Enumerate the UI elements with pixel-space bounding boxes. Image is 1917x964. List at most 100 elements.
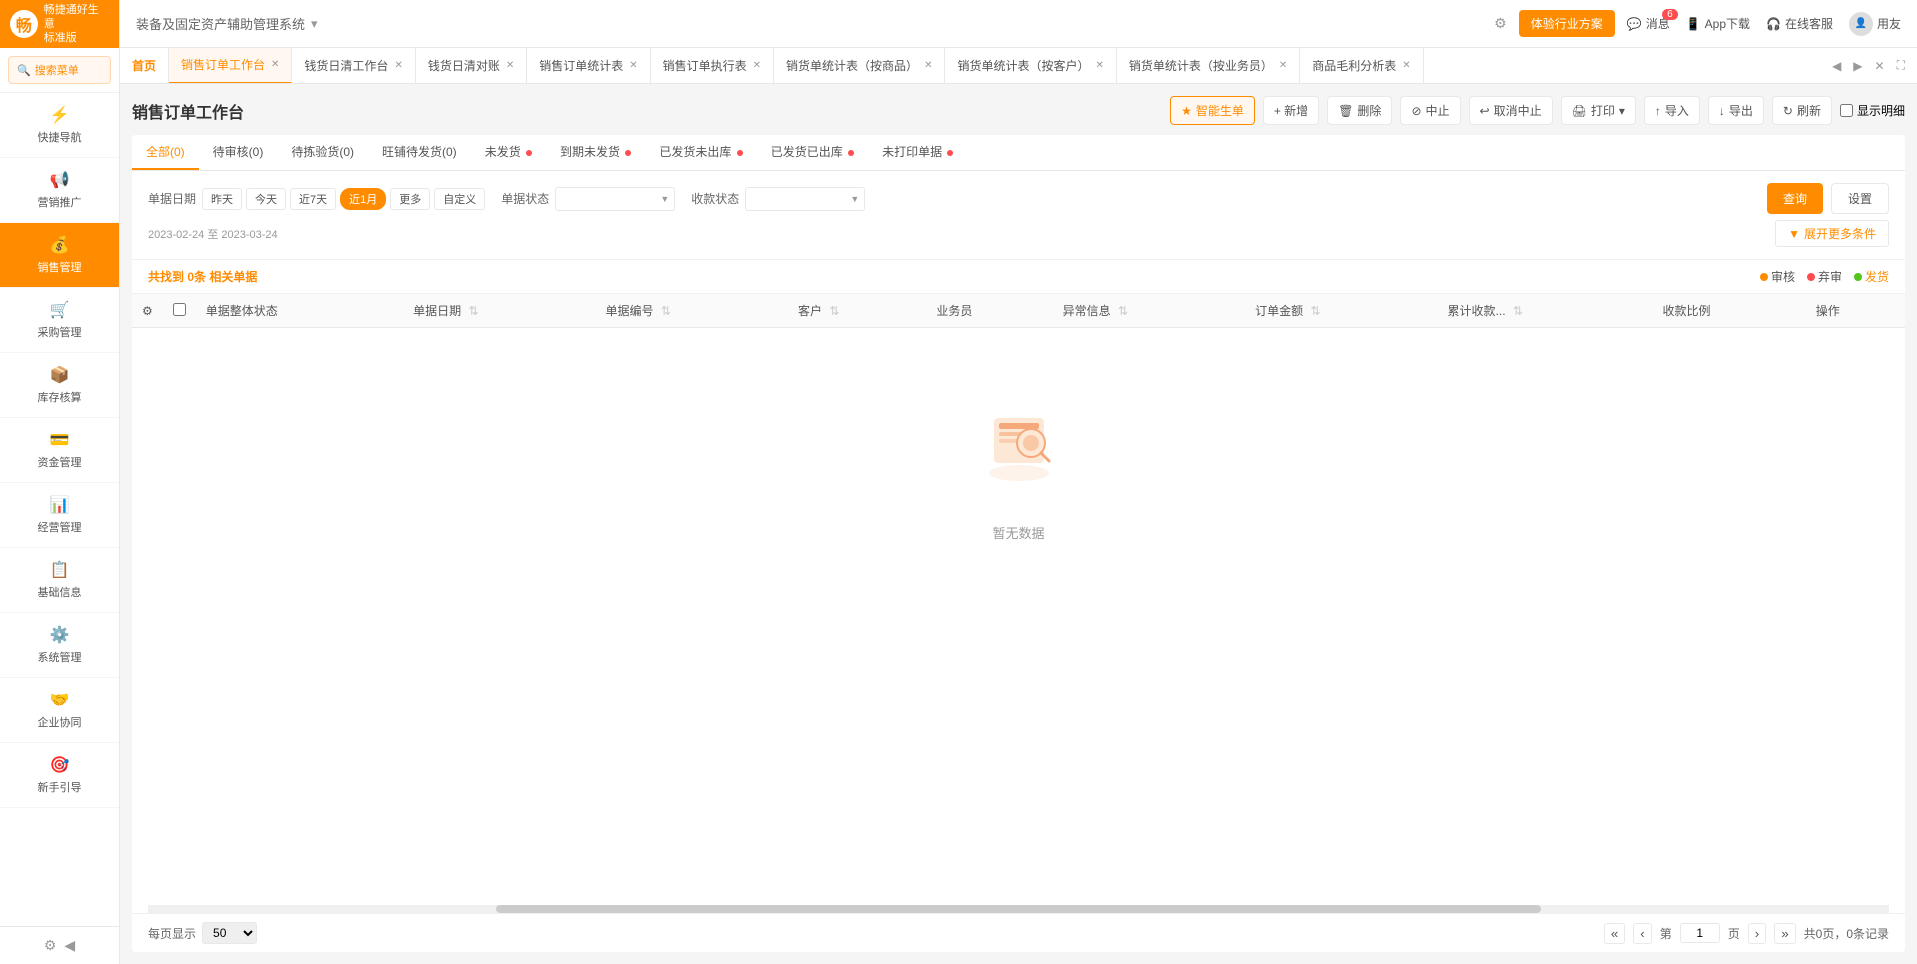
scrollbar-thumb[interactable]	[496, 905, 1541, 913]
filter-tab-shipped-out[interactable]: 已发货已出库	[757, 135, 868, 170]
tab-close-sales-summary-product[interactable]: ✕	[924, 60, 932, 71]
sidebar-item-purchase[interactable]: 🛒 采购管理	[0, 288, 119, 353]
main-panel: 全部(0) 待审核(0) 待拣验货(0) 旺铺待发货(0) 未发货 到期未发货	[132, 135, 1905, 952]
smart-create-button[interactable]: ★ 智能生单	[1170, 96, 1255, 125]
page-number-input[interactable]	[1680, 923, 1720, 943]
empty-illustration	[969, 388, 1069, 507]
payment-filter: 收款状态	[691, 187, 865, 211]
online-service-button[interactable]: 🎧 在线客服	[1766, 15, 1833, 32]
tab-close-sales-summary-customer[interactable]: ✕	[1095, 60, 1103, 71]
tab-cash-reconcile[interactable]: 钱货日清对账 ✕	[416, 48, 527, 84]
tab-scroll-left[interactable]: ◀	[1828, 57, 1845, 75]
user-menu-button[interactable]: 👤 用友	[1849, 12, 1901, 36]
horizontal-scrollbar[interactable]	[148, 905, 1889, 913]
settings-bottom-button[interactable]: ⚙	[44, 937, 57, 954]
tab-close-current[interactable]: ✕	[1871, 57, 1889, 75]
tab-close-margin-analysis[interactable]: ✕	[1402, 60, 1410, 71]
payment-select[interactable]	[745, 187, 865, 211]
import-button[interactable]: ↑ 导入	[1644, 96, 1700, 125]
tab-sales-order[interactable]: 销售订单工作台 ✕	[169, 48, 292, 84]
sidebar-item-marketing[interactable]: 📢 营销推广	[0, 158, 119, 223]
tab-sales-summary-staff[interactable]: 销货单统计表（按业务员） ✕	[1117, 48, 1300, 84]
prev-page-button[interactable]: ‹	[1633, 923, 1651, 944]
message-button[interactable]: 💬 消息 6	[1627, 15, 1670, 32]
cancel-stop-button[interactable]: ↩ 取消中止	[1469, 96, 1553, 125]
sidebar-item-system[interactable]: ⚙️ 系统管理	[0, 613, 119, 678]
filter-tab-not-shipped[interactable]: 未发货	[471, 135, 546, 170]
app-download-button[interactable]: 📱 App下载	[1686, 15, 1750, 32]
headset-icon: 🎧	[1766, 17, 1781, 31]
tab-close-sales-exec[interactable]: ✕	[753, 60, 761, 71]
tab-margin-analysis[interactable]: 商品毛利分析表 ✕	[1300, 48, 1423, 84]
sidebar-item-inventory[interactable]: 📦 库存核算	[0, 353, 119, 418]
sidebar-item-enterprise[interactable]: 🤝 企业协同	[0, 678, 119, 743]
tab-scroll-right[interactable]: ▶	[1849, 57, 1866, 75]
ship-action[interactable]: 发货	[1854, 268, 1889, 285]
sidebar-item-operations[interactable]: 📊 经营管理	[0, 483, 119, 548]
settings-filter-button[interactable]: 设置	[1831, 183, 1889, 214]
approve-action[interactable]: 审核	[1760, 268, 1795, 285]
customer-sort-icon[interactable]: ⇅	[829, 304, 839, 318]
col-number: 单据编号 ⇅	[596, 294, 788, 328]
tab-cash-daily[interactable]: 钱货日清工作台 ✕	[292, 48, 415, 84]
tab-home[interactable]: 首页	[120, 48, 169, 84]
sidebar-item-basic-info[interactable]: 📋 基础信息	[0, 548, 119, 613]
topbar-gear-icon[interactable]: ⚙	[1494, 15, 1507, 32]
refresh-button[interactable]: ↻ 刷新	[1772, 96, 1832, 125]
date-btn-1month[interactable]: 近1月	[340, 188, 386, 210]
tab-close-sales-stat[interactable]: ✕	[629, 60, 637, 71]
sidebar-item-guide[interactable]: 🎯 新手引导	[0, 743, 119, 808]
search-menu-button[interactable]: 🔍 搜索菜单	[8, 56, 111, 84]
filter-tab-wangpu[interactable]: 旺铺待发货(0)	[368, 135, 471, 170]
gear-col-icon[interactable]: ⚙	[142, 304, 153, 318]
industry-solution-button[interactable]: 体验行业方案	[1519, 10, 1615, 37]
sidebar-item-sales[interactable]: 💰 销售管理	[0, 223, 119, 288]
tab-sales-summary-customer[interactable]: 销货单统计表（按客户） ✕	[945, 48, 1116, 84]
filter-area: 单据日期 昨天 今天 近7天 近1月 更多 自定义 单据状态	[132, 171, 1905, 260]
date-btn-today[interactable]: 今天	[246, 188, 286, 210]
date-btn-custom[interactable]: 自定义	[434, 188, 485, 210]
status-select[interactable]	[555, 187, 675, 211]
filter-tab-shipped-not-out[interactable]: 已发货未出库	[645, 135, 756, 170]
date-btn-more[interactable]: 更多	[390, 188, 430, 210]
amount-sort-icon[interactable]: ⇅	[1310, 304, 1320, 318]
filter-tab-not-printed[interactable]: 未打印单据	[868, 135, 967, 170]
collapse-sidebar-button[interactable]: ◀	[64, 937, 75, 954]
page-size-select[interactable]: 10 20 50 100	[202, 922, 257, 944]
tab-close-sales-summary-staff[interactable]: ✕	[1279, 60, 1287, 71]
export-button[interactable]: ↓ 导出	[1708, 96, 1764, 125]
last-page-button[interactable]: »	[1774, 923, 1795, 944]
next-page-button[interactable]: ›	[1748, 923, 1766, 944]
tab-sales-exec[interactable]: 销售订单执行表 ✕	[651, 48, 774, 84]
tab-close-sales-order[interactable]: ✕	[271, 59, 279, 70]
number-sort-icon[interactable]: ⇅	[661, 304, 671, 318]
sidebar-item-quick-nav[interactable]: ⚡ 快捷导航	[0, 93, 119, 158]
stop-button[interactable]: ⊘ 中止	[1400, 96, 1460, 125]
select-all-checkbox[interactable]	[173, 303, 186, 316]
exception-sort-icon[interactable]: ⇅	[1118, 304, 1128, 318]
collected-sort-icon[interactable]: ⇅	[1513, 304, 1523, 318]
show-detail-checkbox[interactable]: 显示明细	[1840, 102, 1905, 119]
tab-close-cash-daily[interactable]: ✕	[394, 60, 402, 71]
tab-maximize[interactable]: ⛶	[1893, 56, 1909, 75]
expand-filter-button[interactable]: ▼ 展开更多条件	[1775, 220, 1889, 247]
data-table: ⚙ 单据整体状态 单据日期 ⇅ 单据编号 ⇅	[132, 294, 1905, 328]
filter-tab-all[interactable]: 全部(0)	[132, 135, 199, 170]
date-btn-7days[interactable]: 近7天	[290, 188, 336, 210]
filter-tab-pending[interactable]: 待审核(0)	[199, 135, 278, 170]
reject-action[interactable]: 弃审	[1807, 268, 1842, 285]
tab-sales-summary-product[interactable]: 销货单统计表（按商品） ✕	[774, 48, 945, 84]
query-button[interactable]: 查询	[1767, 183, 1823, 214]
date-btn-yesterday[interactable]: 昨天	[202, 188, 242, 210]
first-page-button[interactable]: «	[1604, 923, 1625, 944]
delete-button[interactable]: 🗑 删除	[1327, 96, 1392, 125]
add-button[interactable]: + 新增	[1263, 96, 1319, 125]
topbar-dropdown-icon[interactable]: ▾	[311, 16, 318, 32]
tab-sales-stat[interactable]: 销售订单统计表 ✕	[527, 48, 650, 84]
filter-tab-pending-check[interactable]: 待拣验货(0)	[277, 135, 368, 170]
print-button[interactable]: 🖨 打印 ▾	[1561, 96, 1636, 125]
filter-tab-expired[interactable]: 到期未发货	[546, 135, 645, 170]
tab-close-cash-reconcile[interactable]: ✕	[506, 60, 514, 71]
sidebar-item-finance[interactable]: 💳 资金管理	[0, 418, 119, 483]
date-sort-icon[interactable]: ⇅	[468, 304, 478, 318]
